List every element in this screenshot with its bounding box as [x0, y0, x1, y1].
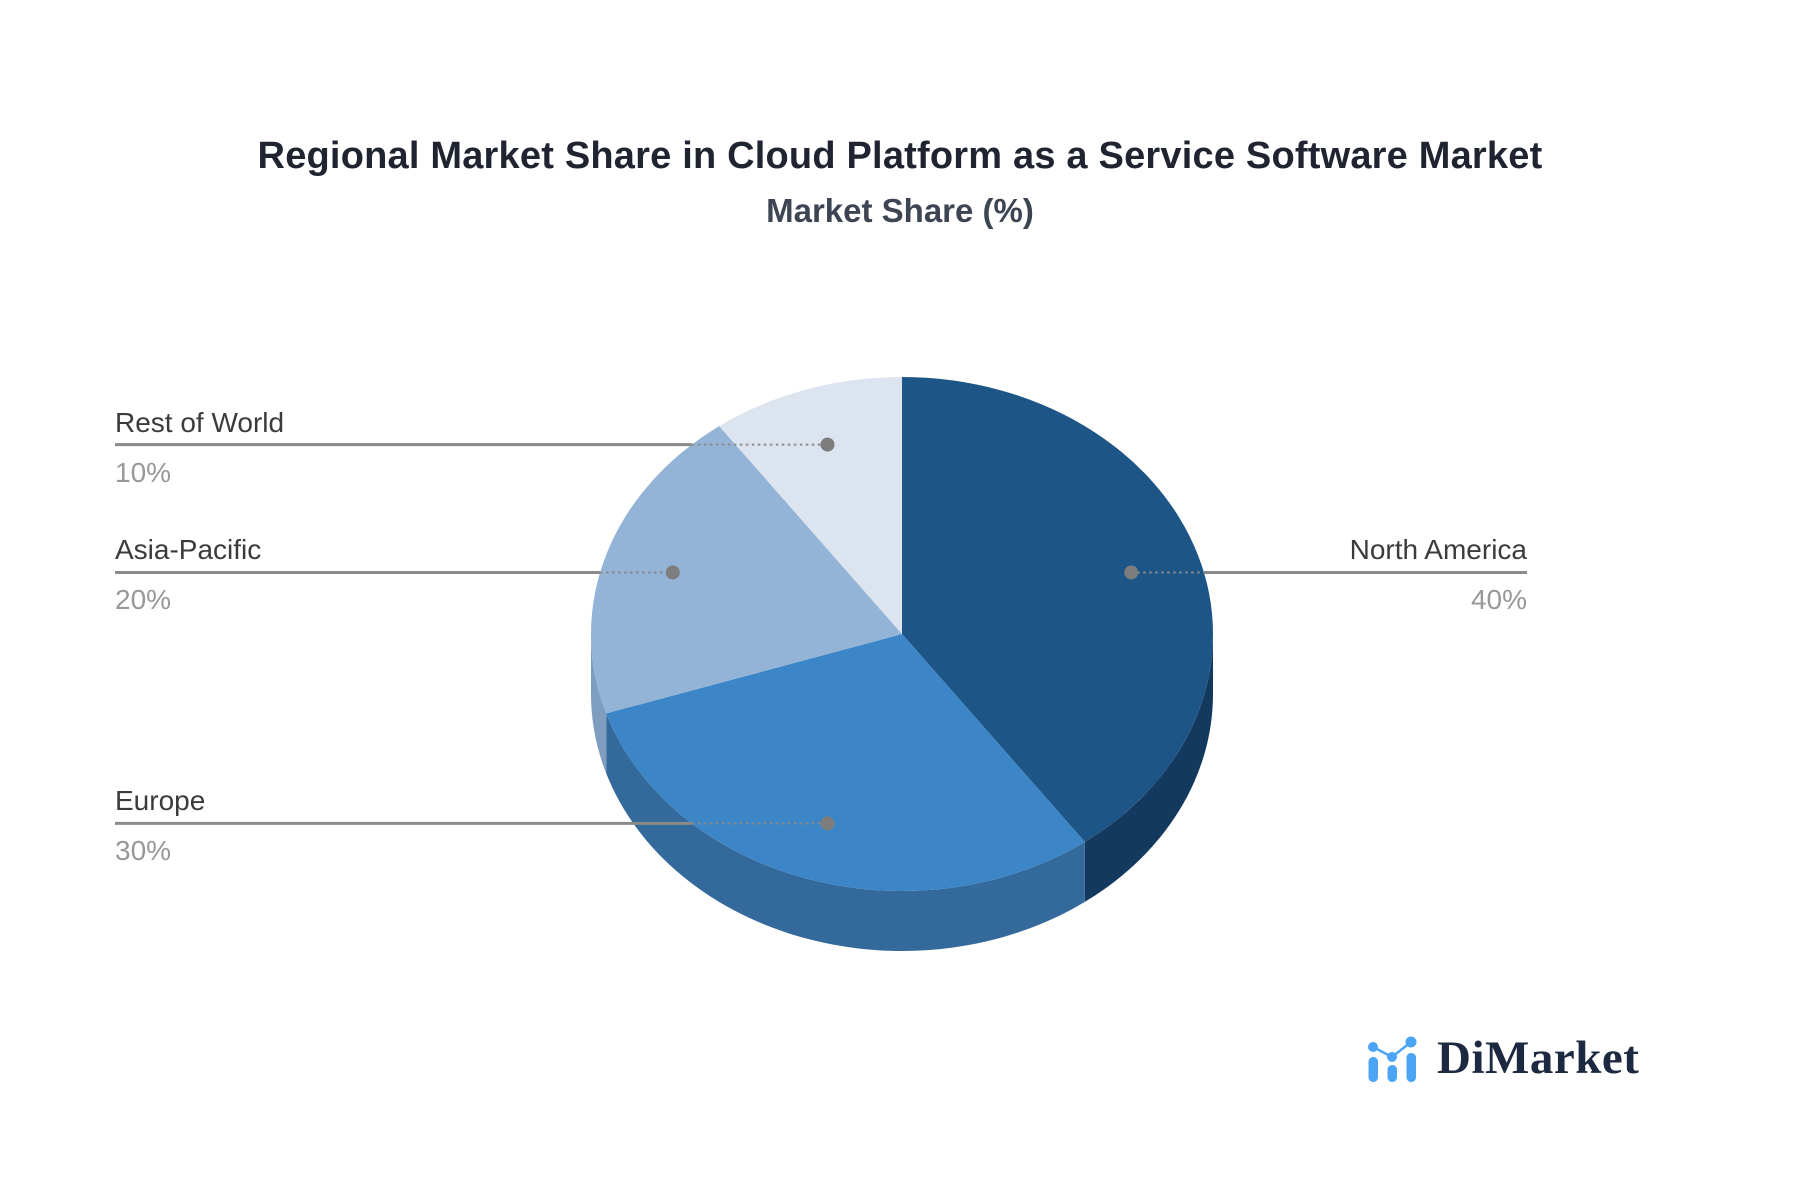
dimarket-logo-icon — [1368, 1036, 1417, 1082]
brand-logo: DiMarket — [1366, 1032, 1639, 1084]
leader-dot-asia-pacific — [665, 565, 680, 580]
leader-dot-europe — [820, 816, 835, 831]
chart-canvas: Regional Market Share in Cloud Platform … — [0, 0, 1800, 1196]
brand-logo-text: DiMarket — [1437, 1032, 1640, 1084]
leader-dot-north-america — [1124, 565, 1139, 580]
pie-chart — [115, 377, 1527, 951]
leader-dot-rest-of-world — [820, 437, 835, 452]
